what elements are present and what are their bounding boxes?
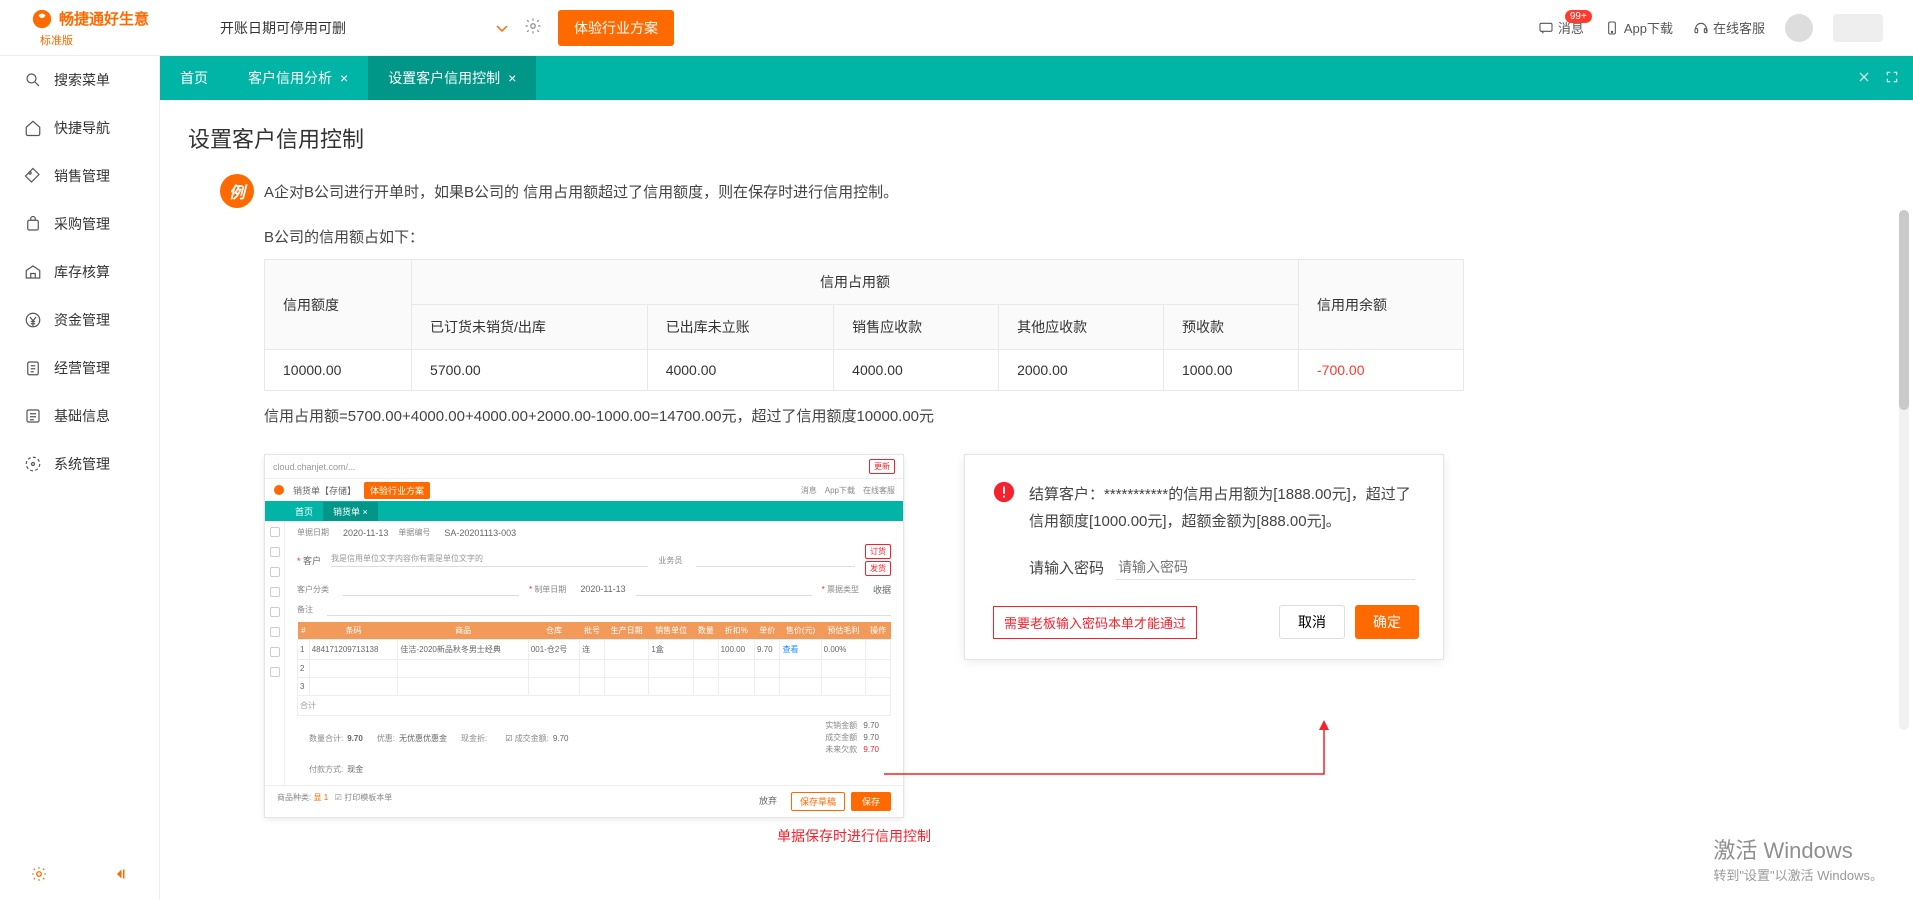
chevron-down-icon	[496, 20, 508, 36]
fullscreen-icon[interactable]	[1885, 70, 1899, 87]
sidebar-label: 库存核算	[54, 262, 110, 282]
th-ar: 销售应收款	[834, 305, 999, 350]
online-service-label: 在线客服	[1713, 18, 1765, 37]
sidebar-item-quicknav[interactable]: 快捷导航	[0, 104, 159, 152]
th-limit: 信用额度	[265, 260, 412, 350]
settings-icon[interactable]	[30, 865, 48, 886]
example-text: A企对B公司进行开单时，如果B公司的 信用占用额超过了信用额度，则在保存时进行信…	[264, 181, 898, 202]
th-pre: 预收款	[1163, 305, 1298, 350]
credit-table: 信用额度 信用占用额 信用用余额 已订货未销货/出库 已出库未立账 销售应收款 …	[264, 259, 1464, 391]
th-out: 已出库未立账	[647, 305, 833, 350]
tab-close-all-icon[interactable]	[1857, 70, 1871, 87]
sidebar-item-purchase[interactable]: 采购管理	[0, 200, 159, 248]
sidebar-label: 经营管理	[54, 358, 110, 378]
trial-plan-button[interactable]: 体验行业方案	[558, 10, 674, 46]
bag-icon	[24, 215, 42, 233]
subline-text: B公司的信用额占如下：	[264, 226, 1853, 247]
clipboard-icon	[24, 359, 42, 377]
windows-activation-watermark: 激活 Windows 转到"设置"以激活 Windows。	[1713, 833, 1883, 884]
ok-button[interactable]: 确定	[1355, 605, 1419, 639]
message-icon	[1538, 20, 1554, 36]
content-area: 设置客户信用控制 例 A企对B公司进行开单时，如果B公司的 信用占用额超过了信用…	[160, 100, 1913, 900]
warning-icon	[993, 481, 1015, 503]
online-service-link[interactable]: 在线客服	[1693, 18, 1765, 37]
sidebar-label: 系统管理	[54, 454, 110, 474]
sidebar-label: 采购管理	[54, 214, 110, 234]
app-download-link[interactable]: App下载	[1604, 18, 1673, 37]
sidebar-item-inventory[interactable]: 库存核算	[0, 248, 159, 296]
collapse-icon[interactable]	[111, 865, 129, 886]
tab-home[interactable]: 首页	[160, 56, 228, 100]
gear-icon[interactable]	[524, 17, 542, 38]
tab-credit-analysis[interactable]: 客户信用分析 ×	[228, 56, 368, 100]
search-icon	[24, 71, 42, 89]
illustration-row: cloud.chanjet.com/...更新 销货单【存储】 体验行业方案 消…	[264, 454, 1853, 818]
account-date-label: 开账日期可停用可删	[220, 18, 346, 38]
user-avatar[interactable]	[1785, 14, 1813, 42]
sidebar-label: 搜索菜单	[54, 70, 110, 90]
sidebar-label: 销售管理	[54, 166, 110, 186]
brand-edition: 标准版	[40, 32, 73, 48]
page-title: 设置客户信用控制	[160, 100, 1913, 168]
th-usage: 信用占用额	[412, 260, 1299, 305]
top-header: 畅捷通好生意 标准版 开账日期可停用可删 体验行业方案 消息 99+ App下载…	[0, 0, 1913, 56]
order-screenshot: cloud.chanjet.com/...更新 销货单【存储】 体验行业方案 消…	[264, 454, 904, 818]
user-profile-block[interactable]	[1833, 14, 1883, 42]
sidebar-item-system[interactable]: 系统管理	[0, 440, 159, 488]
headset-icon	[1693, 20, 1709, 36]
formula-text: 信用占用额=5700.00+4000.00+4000.00+2000.00-10…	[264, 405, 1853, 426]
logo-area: 畅捷通好生意 标准版	[0, 8, 160, 48]
tag-icon	[24, 167, 42, 185]
messages-badge: 99+	[1565, 10, 1592, 23]
sidebar-label: 基础信息	[54, 406, 110, 426]
phone-icon	[1604, 20, 1620, 36]
close-icon[interactable]: ×	[340, 70, 348, 86]
sidebar: 搜索菜单 快捷导航 销售管理 采购管理 库存核算 资金管理 经营管理 基础信息	[0, 56, 160, 900]
system-icon	[24, 455, 42, 473]
annotation-caption: 单据保存时进行信用控制	[264, 826, 1444, 846]
annotation-arrow	[884, 714, 1544, 794]
tabbar: 首页 客户信用分析 × 设置客户信用控制 ×	[160, 56, 1913, 100]
sidebar-label: 资金管理	[54, 310, 110, 330]
password-label: 请输入密码	[1029, 557, 1104, 578]
scrollbar[interactable]	[1899, 210, 1909, 730]
sidebar-item-sales[interactable]: 销售管理	[0, 152, 159, 200]
brand-name: 畅捷通好生意	[59, 8, 149, 29]
warehouse-icon	[24, 263, 42, 281]
home-icon	[24, 119, 42, 137]
example-badge: 例	[220, 174, 254, 208]
sidebar-item-search[interactable]: 搜索菜单	[0, 56, 159, 104]
dialog-message: 结算客户：***********的信用占用额为[1888.00元]，超过了信用额…	[1029, 481, 1415, 535]
credit-warning-dialog: 结算客户：***********的信用占用额为[1888.00元]，超过了信用额…	[964, 454, 1444, 660]
app-download-label: App下载	[1624, 18, 1673, 37]
brand-logo-icon	[273, 484, 285, 496]
sidebar-item-operation[interactable]: 经营管理	[0, 344, 159, 392]
sidebar-item-basic[interactable]: 基础信息	[0, 392, 159, 440]
list-icon	[24, 407, 42, 425]
table-row: 10000.00 5700.00 4000.00 4000.00 2000.00…	[265, 350, 1464, 391]
tab-credit-control-settings[interactable]: 设置客户信用控制 ×	[368, 56, 536, 100]
account-date-selector[interactable]: 开账日期可停用可删	[220, 18, 508, 38]
dialog-note: 需要老板输入密码本单才能通过	[993, 606, 1197, 639]
th-ordered: 已订货未销货/出库	[412, 305, 648, 350]
password-input[interactable]	[1116, 555, 1415, 580]
mini-order-table: #条码商品仓库批号生产日期销售单位数量折扣%单价售价(元)预估毛利操作 1484…	[297, 622, 891, 716]
th-remain: 信用用余额	[1299, 260, 1464, 350]
th-other: 其他应收款	[999, 305, 1164, 350]
close-icon[interactable]: ×	[508, 70, 516, 86]
cancel-button[interactable]: 取消	[1279, 605, 1345, 639]
sidebar-item-funds[interactable]: 资金管理	[0, 296, 159, 344]
brand-logo-icon	[31, 8, 53, 30]
sidebar-label: 快捷导航	[54, 118, 110, 138]
yen-icon	[24, 311, 42, 329]
messages-link[interactable]: 消息 99+	[1538, 18, 1584, 37]
